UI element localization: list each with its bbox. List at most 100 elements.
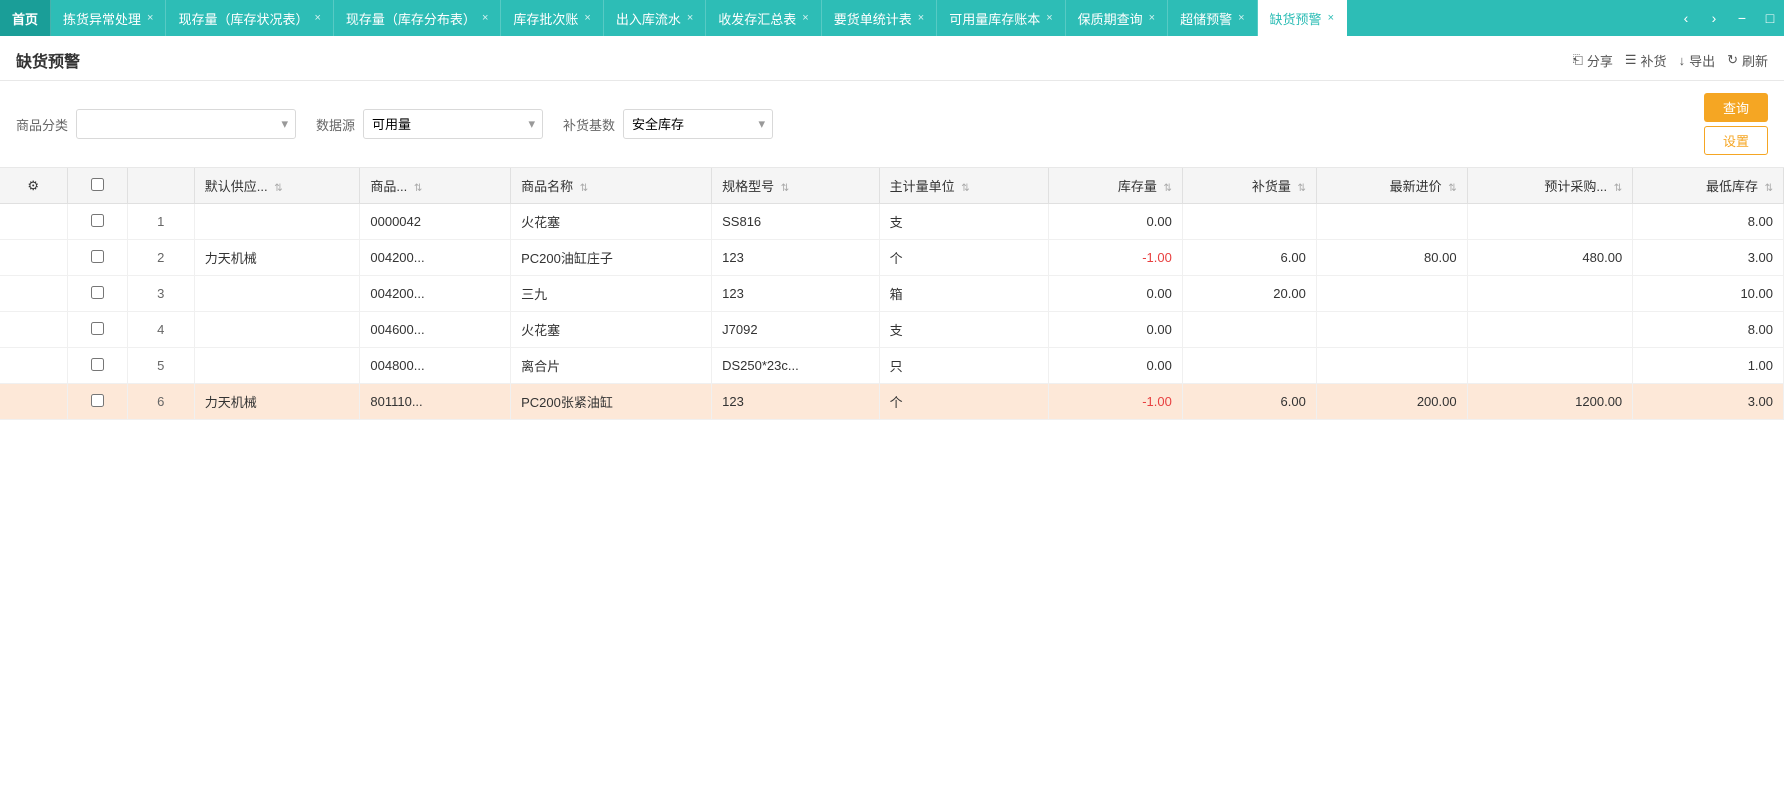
tab-inventory-status-close[interactable]: × — [314, 12, 320, 24]
row-plan-cell — [1467, 204, 1633, 240]
tab-abnormal-close[interactable]: × — [147, 12, 153, 24]
row-plan-cell — [1467, 312, 1633, 348]
row-stock-cell: -1.00 — [1048, 384, 1182, 420]
tab-prev-button[interactable]: ‹ — [1672, 0, 1700, 36]
tab-expiry-query[interactable]: 保质期查询 × — [1066, 0, 1168, 36]
tab-inout-flow-close[interactable]: × — [687, 12, 693, 24]
category-filter-group: 商品分类 — [16, 109, 296, 139]
row-checkbox[interactable] — [91, 214, 104, 227]
tab-home-label: 首页 — [12, 9, 38, 28]
table-row: 4 004600... 火花塞 J7092 支 0.00 8.00 — [0, 312, 1784, 348]
row-checkbox-cell[interactable] — [67, 240, 127, 276]
row-checkbox[interactable] — [91, 358, 104, 371]
row-plan-cell — [1467, 348, 1633, 384]
tab-nav-buttons: ‹ › − □ — [1672, 0, 1784, 36]
header-actions: ⎗ 分享 ☰ 补货 ↓ 导出 ↻ 刷新 — [1572, 51, 1768, 70]
row-replenish-cell — [1182, 312, 1316, 348]
row-checkbox[interactable] — [91, 250, 104, 263]
tab-overstock[interactable]: 超储预警 × — [1168, 0, 1257, 36]
tab-inventory-dist[interactable]: 现存量（库存分布表） × — [334, 0, 501, 36]
row-replenish-cell — [1182, 348, 1316, 384]
row-price-cell — [1316, 348, 1467, 384]
tab-expiry-query-close[interactable]: × — [1149, 12, 1155, 24]
tab-bar: 首页 拣货异常处理 × 现存量（库存状况表） × 现存量（库存分布表） × 库存… — [0, 0, 1784, 36]
export-button[interactable]: ↓ 导出 — [1679, 51, 1716, 70]
tab-minimize-button[interactable]: − — [1728, 0, 1756, 36]
row-min-stock-cell: 8.00 — [1633, 312, 1784, 348]
tab-available-ledger[interactable]: 可用量库存账本 × — [937, 0, 1065, 36]
table-header-row: ⚙ 默认供应... ⇅ 商品... ⇅ 商品名称 — [0, 168, 1784, 204]
tab-batch-account[interactable]: 库存批次账 × — [501, 0, 603, 36]
row-replenish-cell: 6.00 — [1182, 384, 1316, 420]
row-min-stock-cell: 3.00 — [1633, 240, 1784, 276]
replenish-button[interactable]: ☰ 补货 — [1625, 51, 1667, 70]
row-checkbox-cell[interactable] — [67, 348, 127, 384]
base-select[interactable]: 安全库存 最低库存 — [623, 109, 773, 139]
tab-shortage[interactable]: 缺货预警 × — [1258, 0, 1347, 36]
filter-area: 商品分类 数据源 可用量 库存量 补货基数 安全库存 最低库存 — [0, 81, 1784, 168]
select-all-checkbox[interactable] — [91, 178, 104, 191]
tab-receive-summary[interactable]: 收发存汇总表 × — [706, 0, 821, 36]
col-header-min-stock[interactable]: 最低库存 ⇅ — [1633, 168, 1784, 204]
settings-button[interactable]: 设置 — [1704, 126, 1768, 155]
row-checkbox[interactable] — [91, 286, 104, 299]
row-checkbox-cell[interactable] — [67, 204, 127, 240]
share-label: 分享 — [1587, 51, 1613, 70]
col-header-name[interactable]: 商品名称 ⇅ — [511, 168, 712, 204]
datasource-filter-group: 数据源 可用量 库存量 — [316, 109, 543, 139]
row-min-stock-cell: 8.00 — [1633, 204, 1784, 240]
row-supplier-cell — [194, 276, 360, 312]
table-row: 3 004200... 三九 123 箱 0.00 20.00 10.00 — [0, 276, 1784, 312]
row-replenish-cell: 6.00 — [1182, 240, 1316, 276]
tab-available-ledger-close[interactable]: × — [1046, 12, 1052, 24]
row-gear-cell — [0, 204, 67, 240]
tab-inventory-status[interactable]: 现存量（库存状况表） × — [166, 0, 333, 36]
row-gear-cell — [0, 276, 67, 312]
col-header-supplier[interactable]: 默认供应... ⇅ — [194, 168, 360, 204]
tab-abnormal[interactable]: 拣货异常处理 × — [51, 0, 166, 36]
table-row: 5 004800... 离合片 DS250*23c... 只 0.00 1.00 — [0, 348, 1784, 384]
refresh-button[interactable]: ↻ 刷新 — [1727, 51, 1768, 70]
row-checkbox[interactable] — [91, 322, 104, 335]
page-title: 缺货预警 — [16, 48, 80, 72]
tab-abnormal-label: 拣货异常处理 — [63, 9, 141, 28]
tab-receive-summary-close[interactable]: × — [802, 12, 808, 24]
row-checkbox-cell[interactable] — [67, 384, 127, 420]
category-select[interactable] — [76, 109, 296, 139]
tab-batch-account-label: 库存批次账 — [513, 9, 578, 28]
row-spec-cell: J7092 — [712, 312, 880, 348]
tab-next-button[interactable]: › — [1700, 0, 1728, 36]
share-button[interactable]: ⎗ 分享 — [1572, 51, 1612, 70]
tab-overstock-close[interactable]: × — [1238, 12, 1244, 24]
sort-icon-min-stock: ⇅ — [1765, 183, 1773, 194]
tab-order-stat-close[interactable]: × — [918, 12, 924, 24]
tab-home[interactable]: 首页 — [0, 0, 51, 36]
tab-maximize-button[interactable]: □ — [1756, 0, 1784, 36]
col-header-replenish[interactable]: 补货量 ⇅ — [1182, 168, 1316, 204]
base-label: 补货基数 — [563, 115, 615, 134]
col-header-plan[interactable]: 预计采购... ⇅ — [1467, 168, 1633, 204]
sort-icon-name: ⇅ — [580, 183, 588, 194]
datasource-select[interactable]: 可用量 库存量 — [363, 109, 543, 139]
tab-order-stat[interactable]: 要货单统计表 × — [822, 0, 937, 36]
tab-batch-account-close[interactable]: × — [584, 12, 590, 24]
tab-inventory-dist-close[interactable]: × — [482, 12, 488, 24]
row-checkbox[interactable] — [91, 394, 104, 407]
row-checkbox-cell[interactable] — [67, 276, 127, 312]
col-header-checkbox[interactable] — [67, 168, 127, 204]
col-header-gear[interactable]: ⚙ — [0, 168, 67, 204]
row-min-stock-cell: 1.00 — [1633, 348, 1784, 384]
col-header-unit[interactable]: 主计量单位 ⇅ — [879, 168, 1048, 204]
query-button[interactable]: 查询 — [1704, 93, 1768, 122]
row-name-cell: PC200油缸庄子 — [511, 240, 712, 276]
col-header-code[interactable]: 商品... ⇅ — [360, 168, 511, 204]
row-checkbox-cell[interactable] — [67, 312, 127, 348]
col-header-stock[interactable]: 库存量 ⇅ — [1048, 168, 1182, 204]
col-header-spec[interactable]: 规格型号 ⇅ — [712, 168, 880, 204]
tab-inout-flow[interactable]: 出入库流水 × — [604, 0, 706, 36]
table-row: 6 力天机械 801110... PC200张紧油缸 123 个 -1.00 6… — [0, 384, 1784, 420]
tab-shortage-close[interactable]: × — [1328, 12, 1334, 24]
col-header-price[interactable]: 最新进价 ⇅ — [1316, 168, 1467, 204]
sort-icon-replenish: ⇅ — [1297, 183, 1305, 194]
row-code-cell: 004200... — [360, 240, 511, 276]
